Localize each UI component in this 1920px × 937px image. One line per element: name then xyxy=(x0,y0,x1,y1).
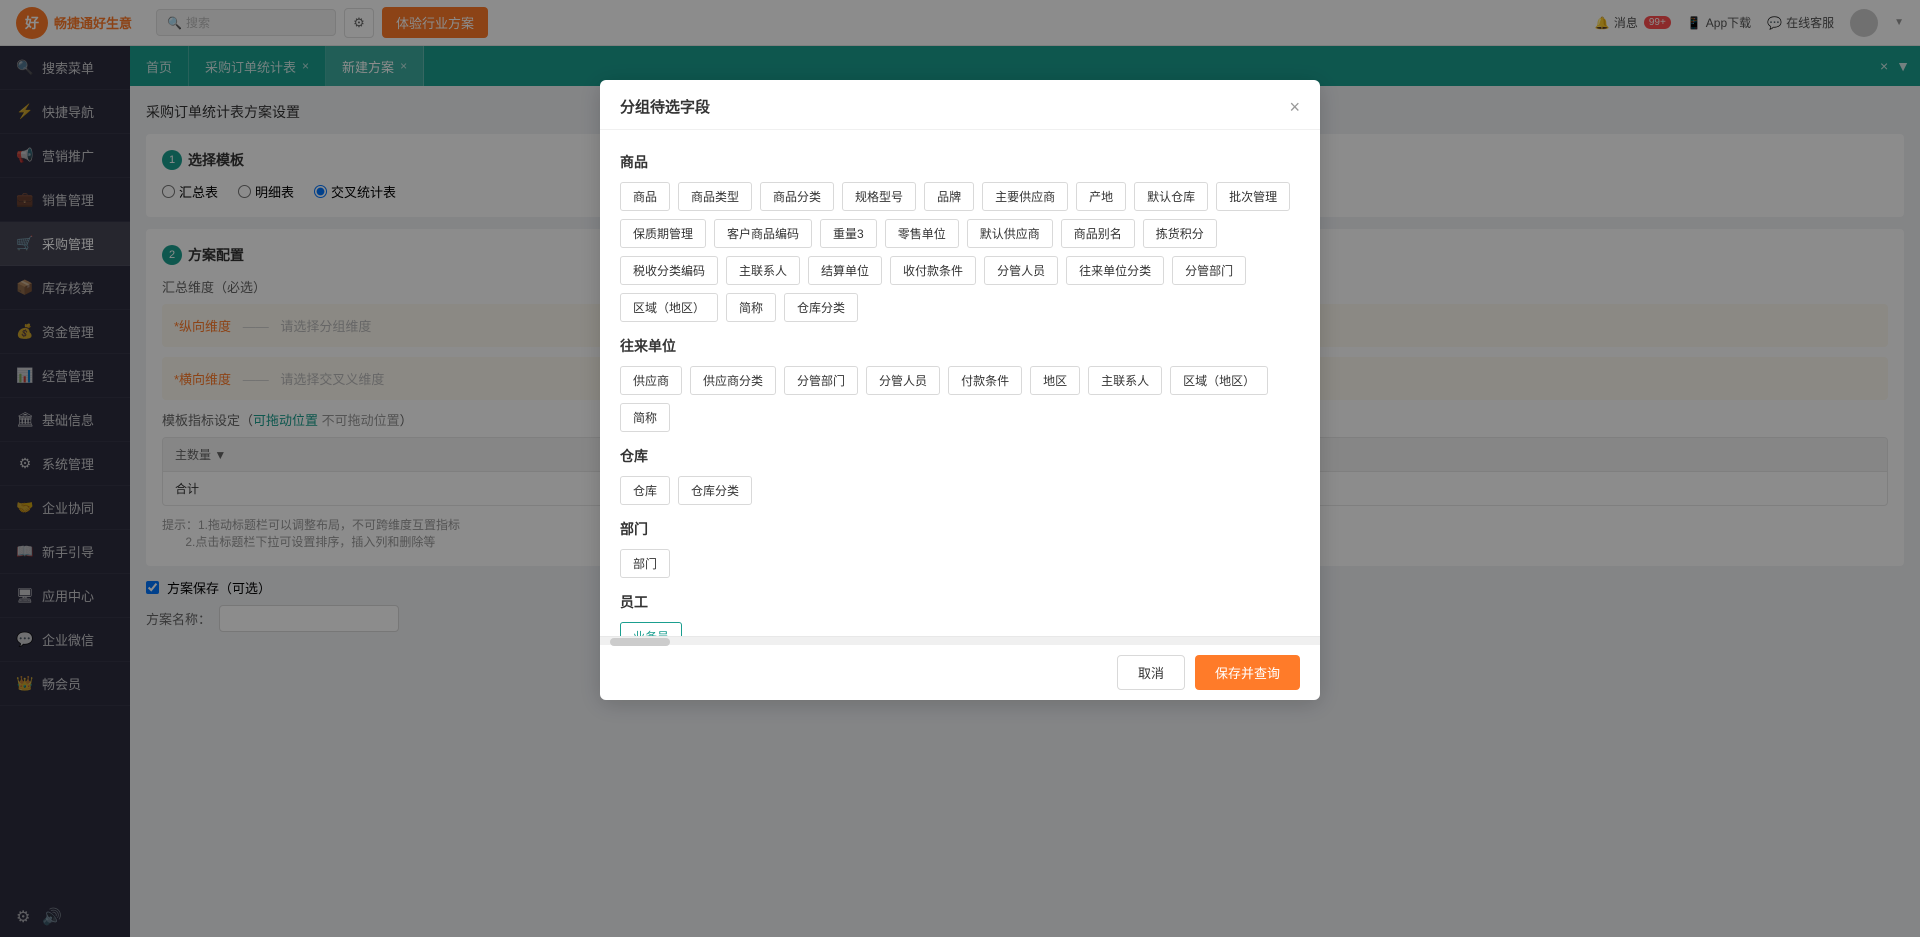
field-settlement-unit[interactable]: 结算单位 xyxy=(808,256,882,285)
overlay: 分组待选字段 × 商品 商品 商品类型 商品分类 规格型号 品牌 主要供应商 产… xyxy=(0,0,1920,937)
field-warehouse-category-goods[interactable]: 仓库分类 xyxy=(784,293,858,322)
field-grid-staff: 业务员 xyxy=(620,622,1300,636)
field-manager-partner[interactable]: 分管人员 xyxy=(866,366,940,395)
field-grid-goods: 商品 商品类型 商品分类 规格型号 品牌 主要供应商 产地 默认仓库 批次管理 … xyxy=(620,182,1300,322)
field-supplier[interactable]: 供应商 xyxy=(620,366,682,395)
dialog-header: 分组待选字段 × xyxy=(600,80,1320,130)
dialog-title: 分组待选字段 xyxy=(620,96,710,117)
field-batch-mgmt[interactable]: 批次管理 xyxy=(1216,182,1290,211)
field-default-warehouse[interactable]: 默认仓库 xyxy=(1134,182,1208,211)
field-customer-goods-code[interactable]: 客户商品编码 xyxy=(714,219,812,248)
section-title-partner: 往来单位 xyxy=(620,336,1300,356)
field-area[interactable]: 地区 xyxy=(1030,366,1080,395)
bottom-scrollbar[interactable] xyxy=(600,636,1320,644)
dialog-footer: 取消 保存并查询 xyxy=(600,644,1320,700)
field-grid-dept: 部门 xyxy=(620,549,1300,578)
field-payment-cond[interactable]: 付款条件 xyxy=(948,366,1022,395)
field-spec-model[interactable]: 规格型号 xyxy=(842,182,916,211)
field-abbr-goods[interactable]: 简称 xyxy=(726,293,776,322)
field-abbr-partner[interactable]: 简称 xyxy=(620,403,670,432)
field-weight[interactable]: 重量3 xyxy=(820,219,877,248)
field-salesperson[interactable]: 业务员 xyxy=(620,622,682,636)
field-main-contact[interactable]: 主联系人 xyxy=(726,256,800,285)
field-dept-partner[interactable]: 分管部门 xyxy=(784,366,858,395)
field-main-supplier[interactable]: 主要供应商 xyxy=(982,182,1068,211)
field-brand[interactable]: 品牌 xyxy=(924,182,974,211)
field-dept-mgmt[interactable]: 分管部门 xyxy=(1172,256,1246,285)
field-goods-category[interactable]: 商品分类 xyxy=(760,182,834,211)
section-title-warehouse: 仓库 xyxy=(620,446,1300,466)
section-title-dept: 部门 xyxy=(620,519,1300,539)
field-grid-partner: 供应商 供应商分类 分管部门 分管人员 付款条件 地区 主联系人 区域（地区） … xyxy=(620,366,1300,432)
field-payment-terms[interactable]: 收付款条件 xyxy=(890,256,976,285)
bottom-scrollbar-thumb xyxy=(610,638,670,646)
field-expiry-mgmt[interactable]: 保质期管理 xyxy=(620,219,706,248)
field-retail-unit[interactable]: 零售单位 xyxy=(885,219,959,248)
confirm-button[interactable]: 保存并查询 xyxy=(1195,655,1300,690)
field-supplier-category[interactable]: 供应商分类 xyxy=(690,366,776,395)
dialog-close-button[interactable]: × xyxy=(1289,98,1300,116)
field-main-contact-partner[interactable]: 主联系人 xyxy=(1088,366,1162,395)
field-goods[interactable]: 商品 xyxy=(620,182,670,211)
dialog-body: 商品 商品 商品类型 商品分类 规格型号 品牌 主要供应商 产地 默认仓库 批次… xyxy=(600,130,1320,636)
field-warehouse[interactable]: 仓库 xyxy=(620,476,670,505)
field-warehouse-category[interactable]: 仓库分类 xyxy=(678,476,752,505)
field-region-partner[interactable]: 区域（地区） xyxy=(1170,366,1268,395)
field-origin[interactable]: 产地 xyxy=(1076,182,1126,211)
field-select-dialog: 分组待选字段 × 商品 商品 商品类型 商品分类 规格型号 品牌 主要供应商 产… xyxy=(600,80,1320,700)
field-pick-score[interactable]: 拣货积分 xyxy=(1143,219,1217,248)
field-grid-warehouse: 仓库 仓库分类 xyxy=(620,476,1300,505)
field-default-supplier[interactable]: 默认供应商 xyxy=(967,219,1053,248)
field-goods-alias[interactable]: 商品别名 xyxy=(1061,219,1135,248)
field-manager[interactable]: 分管人员 xyxy=(984,256,1058,285)
field-goods-type[interactable]: 商品类型 xyxy=(678,182,752,211)
field-dept[interactable]: 部门 xyxy=(620,549,670,578)
section-title-staff: 员工 xyxy=(620,592,1300,612)
section-title-goods: 商品 xyxy=(620,152,1300,172)
field-partner-category[interactable]: 往来单位分类 xyxy=(1066,256,1164,285)
field-region-goods[interactable]: 区域（地区） xyxy=(620,293,718,322)
cancel-button[interactable]: 取消 xyxy=(1117,655,1185,690)
field-tax-code[interactable]: 税收分类编码 xyxy=(620,256,718,285)
